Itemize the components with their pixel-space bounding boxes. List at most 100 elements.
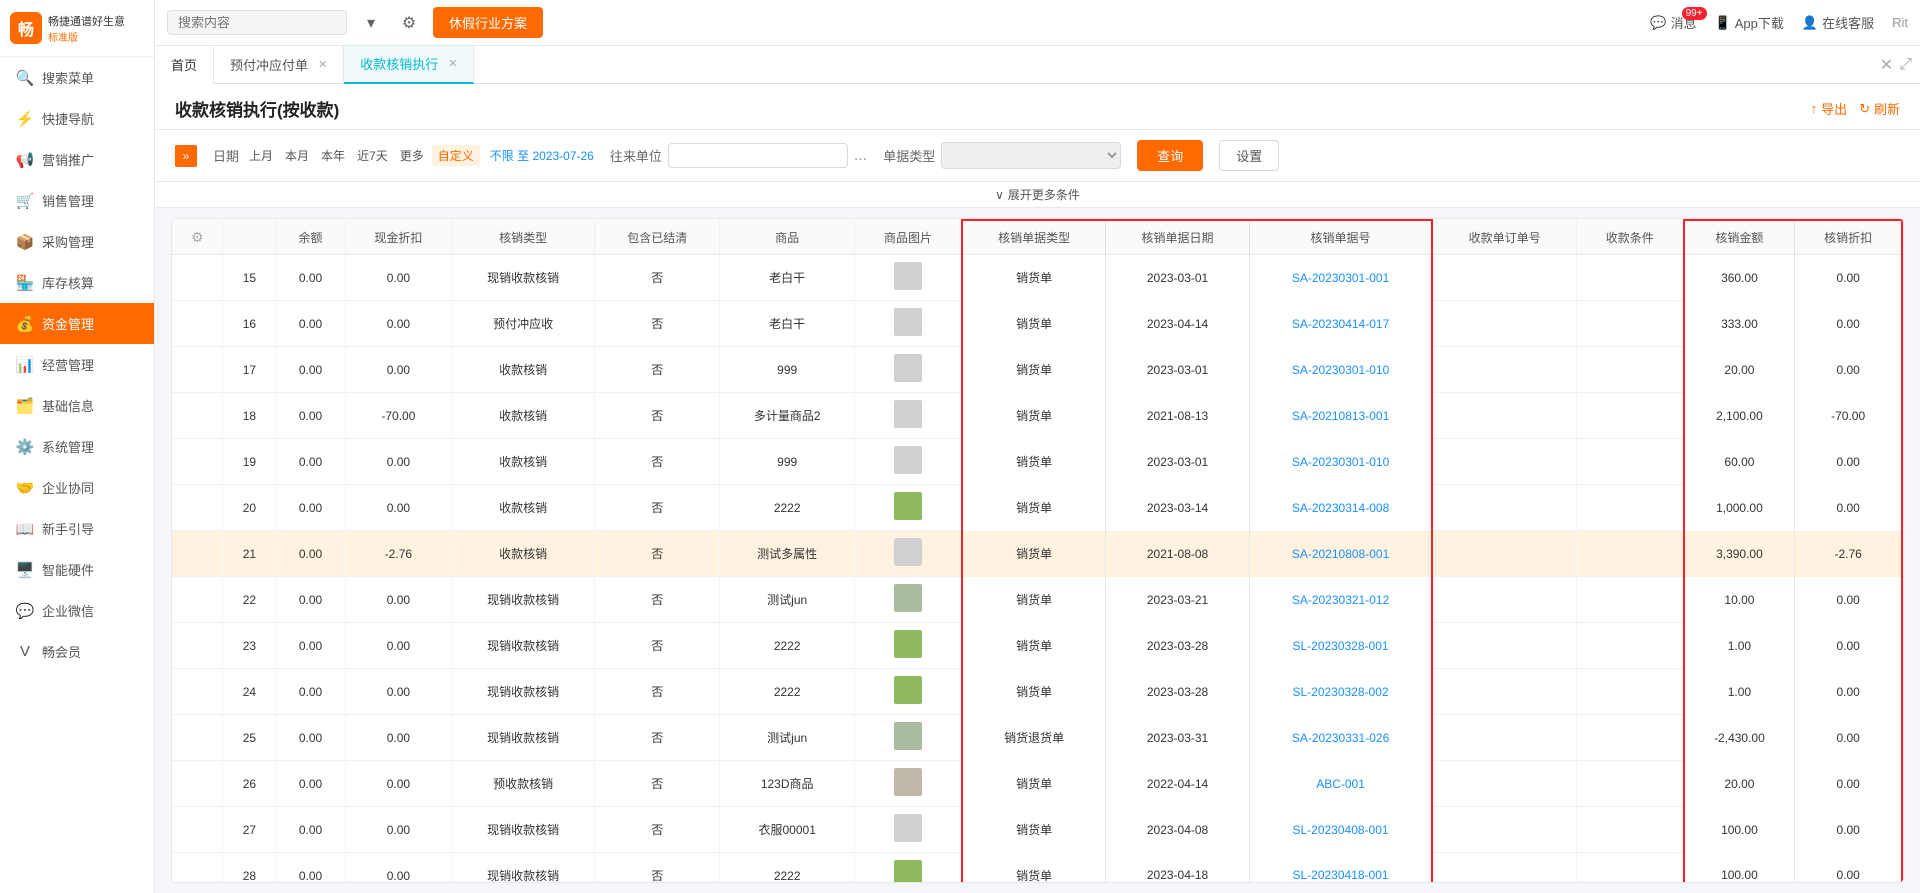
- topbar-message[interactable]: 💬 消息 99+: [1650, 13, 1696, 32]
- bill-no-link[interactable]: SA-20210813-001: [1292, 409, 1389, 423]
- td-product-img: [855, 255, 962, 301]
- sidebar-item-label-funds: 资金管理: [42, 314, 94, 333]
- settings-button[interactable]: 设置: [1219, 140, 1279, 171]
- sidebar-item-member[interactable]: V畅会员: [0, 631, 154, 672]
- topbar-app-download[interactable]: 📱 App下载: [1715, 13, 1784, 32]
- td-product: 老白干: [720, 255, 855, 301]
- td-balance: 0.00: [276, 853, 345, 884]
- topbar-settings-icon[interactable]: ⚙: [395, 9, 423, 37]
- td-bill-type: 销货单: [962, 807, 1106, 853]
- td-cancel-type: 收款核销: [452, 393, 595, 439]
- td-included: 否: [595, 531, 720, 577]
- sidebar-item-search[interactable]: 🔍搜索菜单: [0, 57, 154, 98]
- app-label: App下载: [1735, 13, 1784, 32]
- sidebar-item-operation[interactable]: 📊经营管理: [0, 344, 154, 385]
- export-button[interactable]: ↑ 导出: [1811, 99, 1848, 118]
- topbar-user[interactable]: Rit: [1892, 15, 1908, 30]
- tab-prepay-close-icon[interactable]: ✕: [318, 58, 327, 71]
- td-cancel-discount: 0.00: [1795, 439, 1902, 485]
- bill-no-link[interactable]: SA-20230301-001: [1292, 271, 1389, 285]
- bill-no-link[interactable]: SA-20230301-010: [1292, 455, 1389, 469]
- td-cancel-amount: 3,390.00: [1684, 531, 1795, 577]
- bill-no-link[interactable]: SA-20230331-026: [1292, 731, 1389, 745]
- td-cancel-discount: 0.00: [1795, 761, 1902, 807]
- sidebar-item-wechat[interactable]: 💬企业微信: [0, 590, 154, 631]
- filter-expand-btn[interactable]: »: [175, 145, 197, 167]
- sidebar-item-guide[interactable]: 📖新手引导: [0, 508, 154, 549]
- td-cancel-type: 收款核销: [452, 485, 595, 531]
- bill-no-link[interactable]: SA-20230414-017: [1292, 317, 1389, 331]
- tab-collection[interactable]: 收款核销执行 ✕: [344, 46, 474, 84]
- tab-collection-label: 收款核销执行: [360, 54, 438, 73]
- td-cancel-type: 现销收款核销: [452, 807, 595, 853]
- filter-bill-type-select[interactable]: [941, 142, 1121, 169]
- bill-no-link[interactable]: SA-20230314-008: [1292, 501, 1389, 515]
- tab-collection-close-icon[interactable]: ✕: [448, 57, 457, 70]
- topbar-search-input[interactable]: [167, 10, 347, 35]
- marketing-icon: 📢: [16, 151, 34, 169]
- td-balance: 0.00: [276, 669, 345, 715]
- expand-more-button[interactable]: ∨ 展开更多条件: [995, 186, 1080, 203]
- bill-no-link[interactable]: SL-20230328-002: [1292, 685, 1388, 699]
- date-btn-this-month[interactable]: 本月: [281, 145, 313, 166]
- td-cash-discount: 0.00: [345, 485, 451, 531]
- filter-unit-dots[interactable]: ...: [854, 147, 867, 165]
- td-product-img: [855, 853, 962, 884]
- window-close-icon[interactable]: ✕: [1880, 55, 1893, 75]
- table-header: ⚙ 余额 现金折扣 核销类型 包含已结清 商品 商品图片 核销单据类型 核销单据…: [172, 220, 1902, 255]
- sidebar-item-label-quick: 快捷导航: [42, 109, 94, 128]
- sidebar-item-funds[interactable]: 💰资金管理: [0, 303, 154, 344]
- table-area[interactable]: ⚙ 余额 现金折扣 核销类型 包含已结清 商品 商品图片 核销单据类型 核销单据…: [171, 218, 1904, 883]
- tab-prepay[interactable]: 预付冲应付单 ✕: [214, 46, 344, 84]
- td-cash-discount: -70.00: [345, 393, 451, 439]
- td-receipt-order: [1432, 853, 1576, 884]
- bill-no-link[interactable]: SA-20230321-012: [1292, 593, 1389, 607]
- td-row-num: 20: [223, 485, 276, 531]
- sidebar-item-basic[interactable]: 🗂️基础信息: [0, 385, 154, 426]
- sales-icon: 🛒: [16, 192, 34, 210]
- table-row: 18 0.00 -70.00 收款核销 否 多计量商品2 销货单 2021-08…: [172, 393, 1902, 439]
- date-btn-last-month[interactable]: 上月: [245, 145, 277, 166]
- date-btn-this-year[interactable]: 本年: [317, 145, 349, 166]
- td-bill-type: 销货单: [962, 301, 1106, 347]
- sidebar-item-system[interactable]: ⚙️系统管理: [0, 426, 154, 467]
- query-button[interactable]: 查询: [1137, 140, 1203, 171]
- topbar-dropdown-icon[interactable]: ▾: [357, 9, 385, 37]
- td-included: 否: [595, 761, 720, 807]
- th-receipt-condition: 收款条件: [1576, 220, 1683, 255]
- sidebar-item-hardware[interactable]: 🖥️智能硬件: [0, 549, 154, 590]
- td-cancel-amount: 1.00: [1684, 623, 1795, 669]
- bill-no-link[interactable]: SL-20230418-001: [1292, 868, 1388, 882]
- table-body: 15 0.00 0.00 现销收款核销 否 老白干 销货单 2023-03-01…: [172, 255, 1902, 884]
- bill-no-link[interactable]: SA-20210808-001: [1292, 547, 1389, 561]
- filter-unit-input[interactable]: [668, 143, 848, 168]
- td-bill-date: 2023-04-08: [1106, 807, 1249, 853]
- td-product-img: [855, 669, 962, 715]
- td-included: 否: [595, 301, 720, 347]
- date-btn-more[interactable]: 更多: [396, 145, 428, 166]
- td-cash-discount: -2.76: [345, 531, 451, 577]
- td-cancel-amount: -2,430.00: [1684, 715, 1795, 761]
- column-settings-icon[interactable]: ⚙: [191, 229, 204, 245]
- bill-no-link[interactable]: ABC-001: [1316, 777, 1365, 791]
- td-product-img: [855, 761, 962, 807]
- sidebar-item-collab[interactable]: 🤝企业协同: [0, 467, 154, 508]
- sidebar-item-purchase[interactable]: 📦采购管理: [0, 221, 154, 262]
- td-bill-date: 2021-08-08: [1106, 531, 1249, 577]
- topbar-solution-button[interactable]: 休假行业方案: [433, 7, 543, 38]
- window-expand-icon[interactable]: ⤢: [1899, 56, 1912, 74]
- sidebar-item-inventory[interactable]: 🏪库存核算: [0, 262, 154, 303]
- tab-home-label: 首页: [171, 55, 197, 74]
- sidebar-item-quick[interactable]: ⚡快捷导航: [0, 98, 154, 139]
- table-row: 21 0.00 -2.76 收款核销 否 测试多属性 销货单 2021-08-0…: [172, 531, 1902, 577]
- date-btn-7days[interactable]: 近7天: [353, 145, 392, 166]
- bill-no-link[interactable]: SL-20230408-001: [1292, 823, 1388, 837]
- sidebar-item-sales[interactable]: 🛒销售管理: [0, 180, 154, 221]
- refresh-button[interactable]: ↻ 刷新: [1859, 99, 1900, 118]
- tab-home[interactable]: 首页: [155, 46, 214, 84]
- sidebar-item-marketing[interactable]: 📢营销推广: [0, 139, 154, 180]
- topbar-service[interactable]: 👤 在线客服: [1802, 13, 1874, 32]
- bill-no-link[interactable]: SL-20230328-001: [1292, 639, 1388, 653]
- bill-no-link[interactable]: SA-20230301-010: [1292, 363, 1389, 377]
- date-btn-custom[interactable]: 自定义: [432, 145, 480, 166]
